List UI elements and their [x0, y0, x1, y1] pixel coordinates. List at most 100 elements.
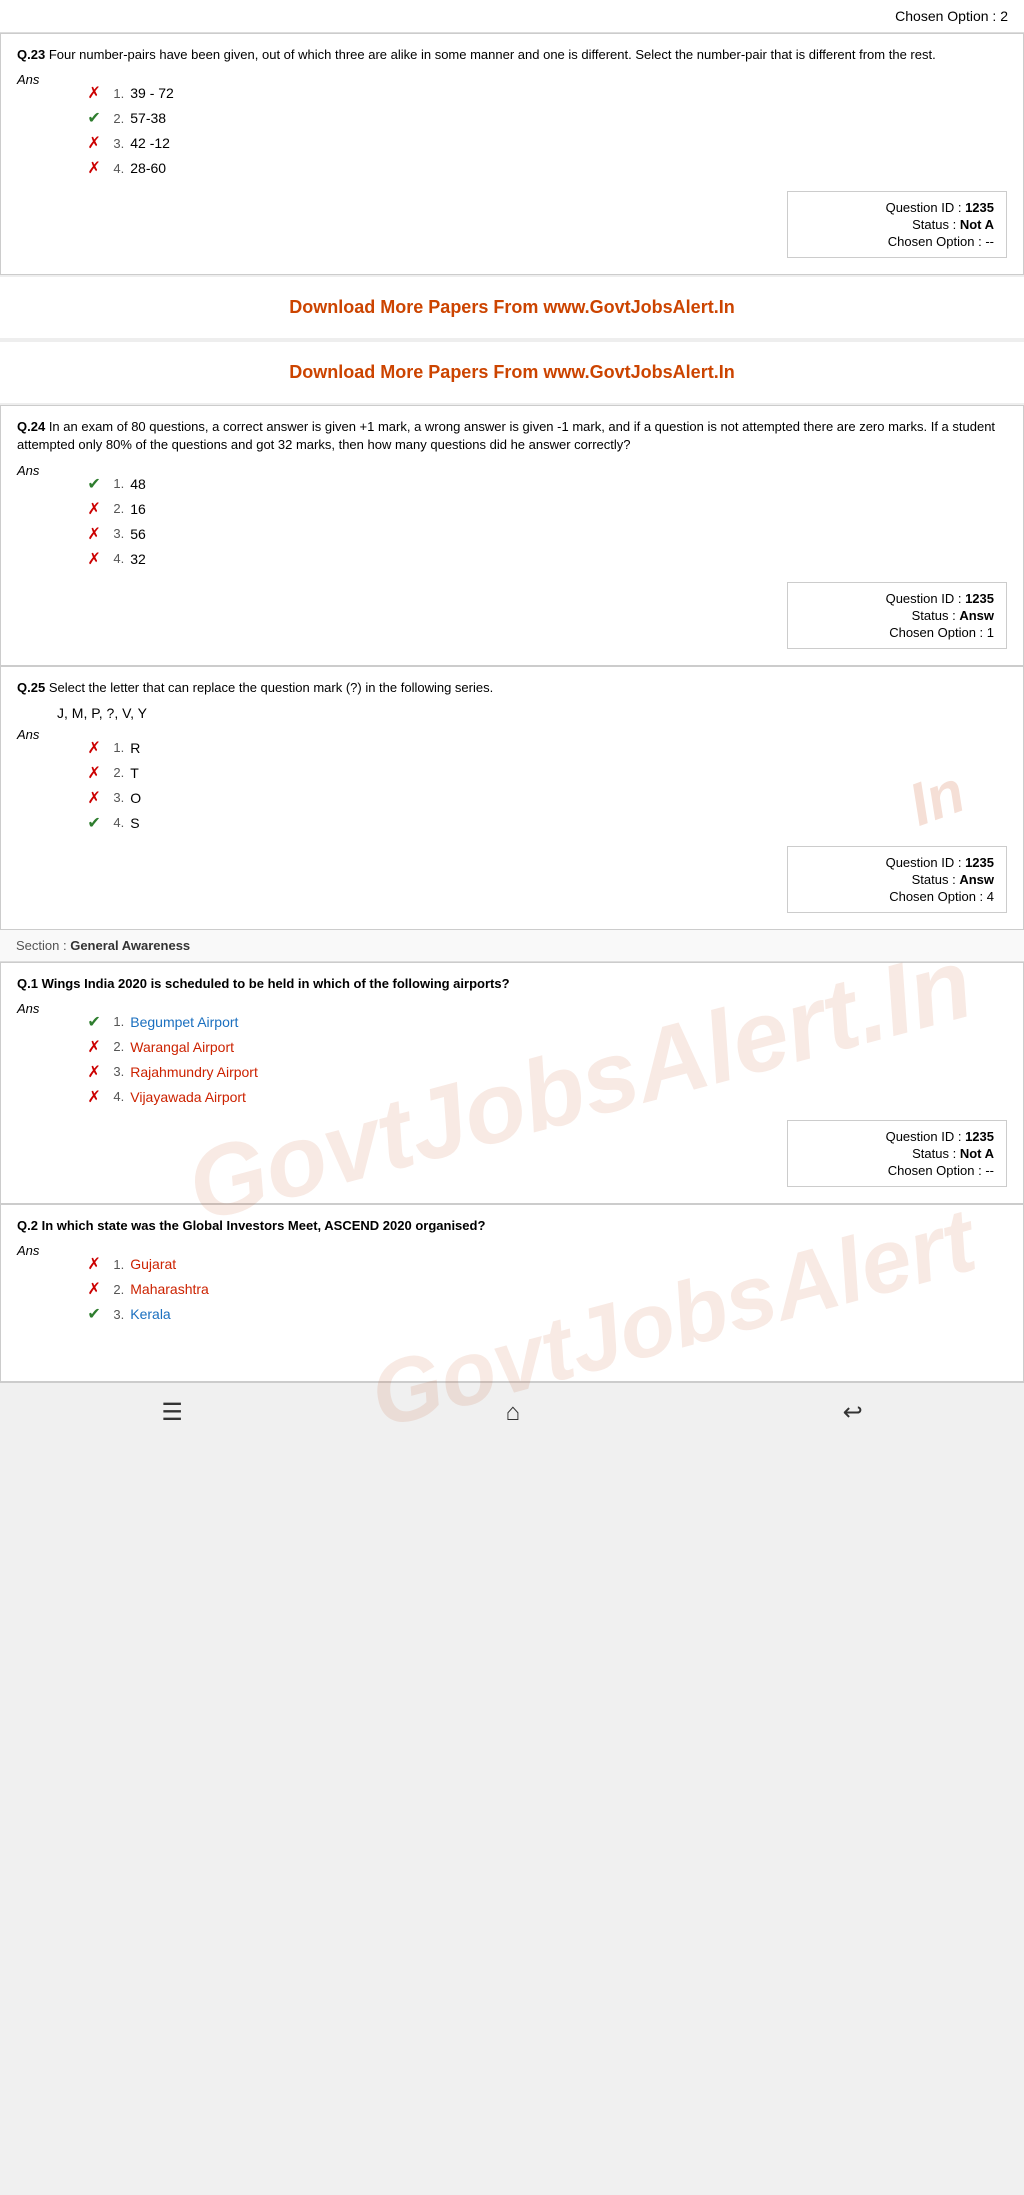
q23-header: Q.23 Four number-pairs have been given, … — [17, 46, 1007, 64]
ga1-status-box: Question ID : 1235 Status : Not A Chosen… — [787, 1120, 1007, 1187]
q25-option-4: ✔ 4. S — [87, 813, 141, 833]
q24-status-qid: Question ID : 1235 — [800, 591, 994, 606]
ga1-opt2-icon: ✗ — [87, 1037, 107, 1057]
question-block-ga2: GovtJobsAlert Q.2 In which state was the… — [0, 1204, 1024, 1382]
q25-text: Select the letter that can replace the q… — [49, 680, 493, 695]
ga1-opt3-icon: ✗ — [87, 1062, 107, 1082]
q25-opt4-icon: ✔ — [87, 813, 107, 833]
ga1-option-4: ✗ 4. Vijayawada Airport — [87, 1087, 257, 1107]
q25-option-2: ✗ 2. T — [87, 763, 141, 783]
q24-opt1-text: 48 — [130, 476, 146, 492]
ga1-chosen-line: Chosen Option : -- — [800, 1163, 994, 1178]
q25-opt1-num: 1. — [113, 740, 124, 755]
top-bar: Chosen Option : 2 — [0, 0, 1024, 33]
ga1-opt3-text: Rajahmundry Airport — [130, 1064, 258, 1080]
q24-qid-value: 1235 — [965, 591, 994, 606]
ga1-opt1-num: 1. — [113, 1014, 124, 1029]
ga2-opt2-num: 2. — [113, 1282, 124, 1297]
q24-status-line: Status : Answ — [800, 608, 994, 623]
ga1-status-value: Not A — [960, 1146, 994, 1161]
q23-opt4-icon: ✗ — [87, 158, 107, 178]
q24-opt4-text: 32 — [130, 551, 146, 567]
ga2-ans-row: Ans ✗ 1. Gujarat ✗ 2. Maharashtra ✔ 3. K… — [17, 1243, 1007, 1329]
q23-opt3-text: 42 -12 — [130, 135, 170, 151]
ga1-ans-label: Ans — [17, 1001, 39, 1016]
section-label: Section : General Awareness — [0, 930, 1024, 962]
q25-qid-label: Question ID : — [886, 855, 965, 870]
ga2-option-1: ✗ 1. Gujarat — [87, 1254, 208, 1274]
nav-home-icon[interactable]: ⌂ — [505, 1399, 520, 1427]
ga1-num: Q.1 — [17, 976, 38, 991]
q24-opt3-text: 56 — [130, 526, 146, 542]
ga1-header: Q.1 Wings India 2020 is scheduled to be … — [17, 975, 1007, 993]
q24-opt1-icon: ✔ — [87, 474, 107, 494]
question-block-q24: Q.24 In an exam of 80 questions, a corre… — [0, 405, 1024, 665]
q24-opt2-num: 2. — [113, 501, 124, 516]
nav-bar: ☰ ⌂ ↩ — [0, 1382, 1024, 1442]
ga2-text: In which state was the Global Investors … — [42, 1218, 486, 1233]
q23-chosen-label: Chosen Option : — [888, 234, 986, 249]
ga1-opt4-text: Vijayawada Airport — [130, 1089, 246, 1105]
q23-status-box: Question ID : 1235 Status : Not A Chosen… — [787, 191, 1007, 258]
download-banner-1: Download More Papers From www.GovtJobsAl… — [0, 275, 1024, 340]
q23-opt2-text: 57-38 — [130, 110, 166, 126]
ga1-qid-value: 1235 — [965, 1129, 994, 1144]
q24-opt3-num: 3. — [113, 526, 124, 541]
ga1-status-label: Status : — [912, 1146, 960, 1161]
q24-opt1-num: 1. — [113, 476, 124, 491]
ga1-opt1-text: Begumpet Airport — [130, 1014, 238, 1030]
ga1-opt1-icon: ✔ — [87, 1012, 107, 1032]
ga1-options: ✔ 1. Begumpet Airport ✗ 2. Warangal Airp… — [87, 1007, 257, 1112]
q24-opt3-icon: ✗ — [87, 524, 107, 544]
ga2-opt3-text: Kerala — [130, 1306, 170, 1322]
section-prefix: Section : — [16, 938, 70, 953]
q24-ans-label: Ans — [17, 463, 39, 478]
q25-chosen-label: Chosen Option : — [889, 889, 987, 904]
ga1-chosen-value: -- — [985, 1163, 994, 1178]
q25-opt3-text: O — [130, 790, 141, 806]
q24-header: Q.24 In an exam of 80 questions, a corre… — [17, 418, 1007, 454]
q24-options: ✔ 1. 48 ✗ 2. 16 ✗ 3. 56 ✗ 4. 32 — [87, 469, 145, 574]
section-value: General Awareness — [70, 938, 190, 953]
q25-num: Q.25 — [17, 680, 45, 695]
q24-num: Q.24 — [17, 419, 45, 434]
q23-chosen-line: Chosen Option : -- — [800, 234, 994, 249]
ga2-ans-label: Ans — [17, 1243, 39, 1258]
q24-option-4: ✗ 4. 32 — [87, 549, 145, 569]
q25-opt4-text: S — [130, 815, 139, 831]
download-banner-2: Download More Papers From www.GovtJobsAl… — [0, 340, 1024, 405]
q25-opt3-num: 3. — [113, 790, 124, 805]
ga2-options: ✗ 1. Gujarat ✗ 2. Maharashtra ✔ 3. Keral… — [87, 1249, 208, 1329]
q23-text: Four number-pairs have been given, out o… — [49, 47, 936, 62]
q24-opt4-num: 4. — [113, 551, 124, 566]
q23-status-qid: Question ID : 1235 — [800, 200, 994, 215]
q23-opt1-num: 1. — [113, 86, 124, 101]
nav-back-icon[interactable]: ↩ — [843, 1398, 863, 1427]
q24-qid-label: Question ID : — [886, 591, 965, 606]
q24-status-label: Status : — [912, 608, 960, 623]
q25-opt1-icon: ✗ — [87, 738, 107, 758]
ga1-opt2-num: 2. — [113, 1039, 124, 1054]
q23-opt2-num: 2. — [113, 111, 124, 126]
q25-status-qid: Question ID : 1235 — [800, 855, 994, 870]
q25-status-label: Status : — [912, 872, 960, 887]
nav-menu-icon[interactable]: ☰ — [161, 1398, 183, 1427]
question-block-q25: In Q.25 Select the letter that can repla… — [0, 666, 1024, 930]
ga2-opt2-text: Maharashtra — [130, 1281, 209, 1297]
q23-opt3-num: 3. — [113, 136, 124, 151]
q23-option-2: ✔ 2. 57-38 — [87, 108, 173, 128]
q25-status-line: Status : Answ — [800, 872, 994, 887]
ga1-status-qid: Question ID : 1235 — [800, 1129, 994, 1144]
q25-status-box: Question ID : 1235 Status : Answ Chosen … — [787, 846, 1007, 913]
ga1-option-1: ✔ 1. Begumpet Airport — [87, 1012, 257, 1032]
q25-opt4-num: 4. — [113, 815, 124, 830]
q23-opt3-icon: ✗ — [87, 133, 107, 153]
q24-ans-row: Ans ✔ 1. 48 ✗ 2. 16 ✗ 3. 56 ✗ — [17, 463, 1007, 574]
q23-opt2-icon: ✔ — [87, 108, 107, 128]
q23-status-label: Status : — [912, 217, 960, 232]
ga2-num: Q.2 — [17, 1218, 38, 1233]
question-block-ga1: GovtJobsAlert.In Q.1 Wings India 2020 is… — [0, 962, 1024, 1204]
q23-opt1-text: 39 - 72 — [130, 85, 174, 101]
q25-options: ✗ 1. R ✗ 2. T ✗ 3. O ✔ 4. S — [87, 733, 141, 838]
q24-option-2: ✗ 2. 16 — [87, 499, 145, 519]
